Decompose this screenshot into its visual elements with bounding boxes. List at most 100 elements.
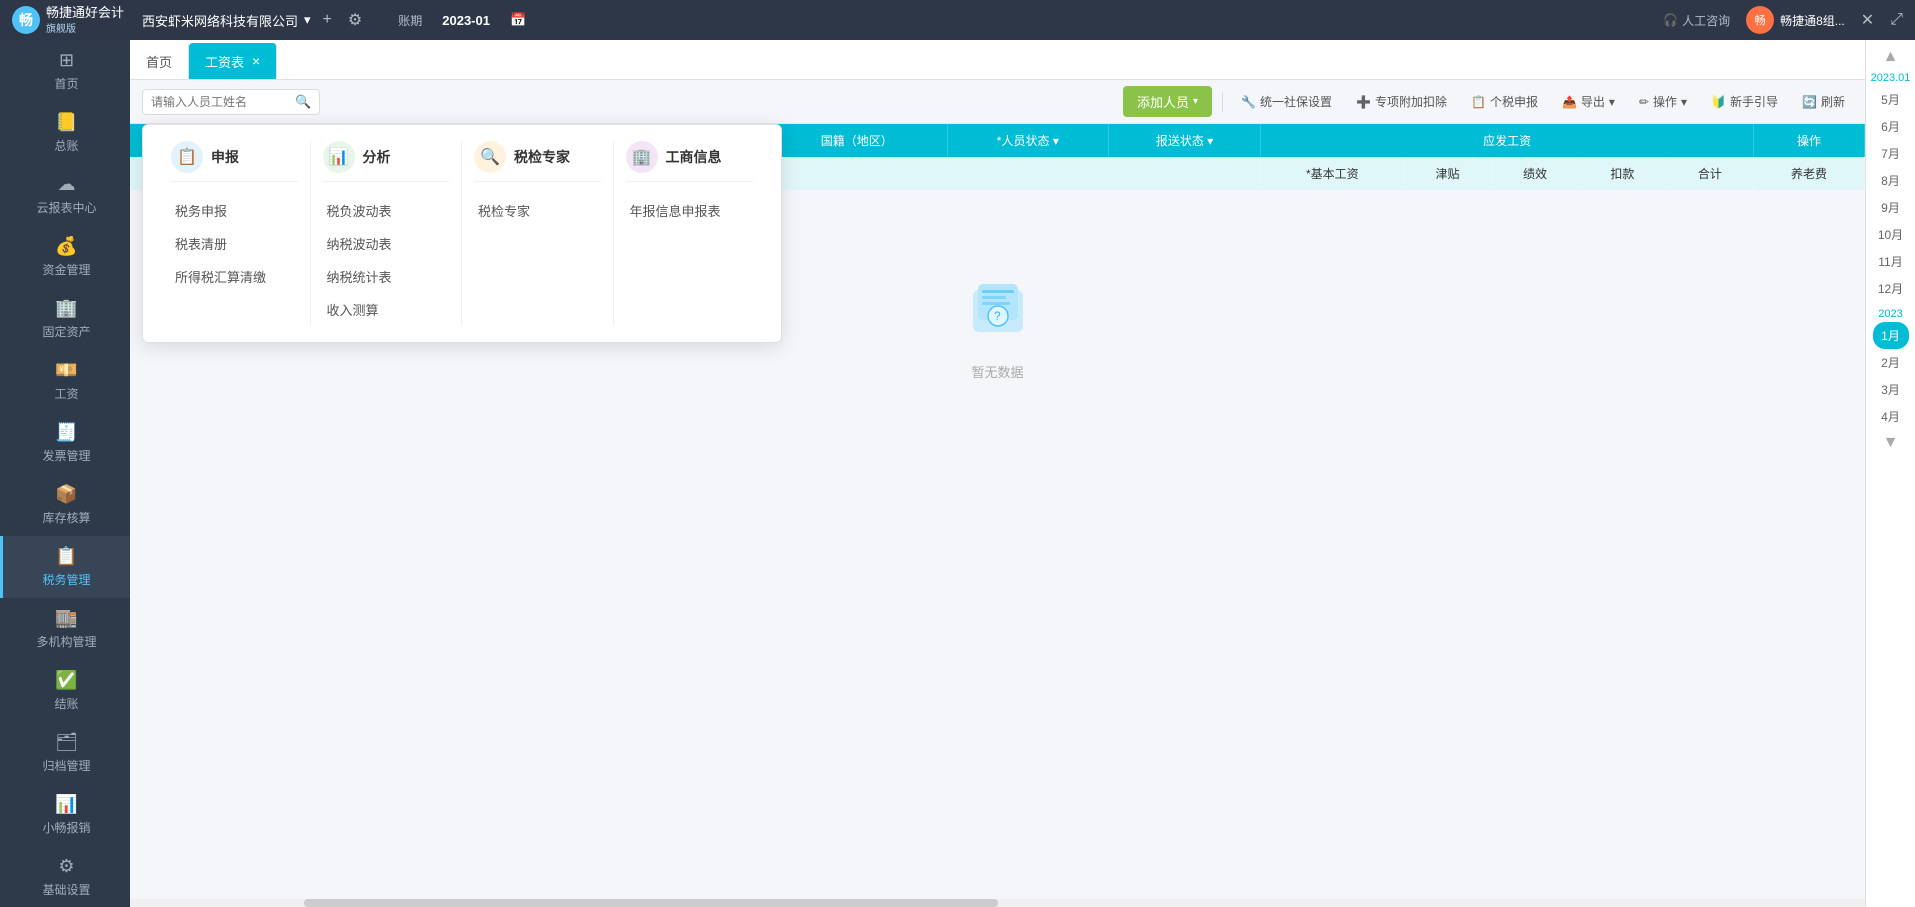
export-dropdown-icon: ▾ bbox=[1609, 95, 1615, 109]
header-actions: + ⚙ 账期 2023-01 📅 bbox=[323, 10, 527, 30]
timeline-month-11[interactable]: 11月 bbox=[1866, 248, 1915, 275]
guide-btn[interactable]: 🔰 新手引导 bbox=[1703, 89, 1786, 114]
sidebar-item-archive[interactable]: 🗂 归档管理 bbox=[0, 722, 130, 784]
tab-home[interactable]: 首页 bbox=[130, 43, 189, 79]
app-version: 旗舰版 bbox=[46, 20, 124, 35]
close-window-button[interactable]: ✕ bbox=[1861, 10, 1874, 30]
sidebar-item-expense[interactable]: 📊 小畅报销 bbox=[0, 784, 130, 846]
service-button[interactable]: 🎧 人工咨询 bbox=[1663, 12, 1730, 29]
business-category-icon: 🏢 bbox=[626, 141, 658, 173]
tax-icon: 📋 bbox=[55, 546, 77, 567]
tab-close-icon[interactable]: × bbox=[252, 53, 260, 69]
multi-icon: 🏬 bbox=[55, 608, 77, 629]
company-selector[interactable]: 西安虾米网络科技有限公司 ▾ bbox=[142, 11, 311, 30]
dropdown-column-analysis: 📊 分析 税负波动表 纳税波动表 纳税统计表 收入测算 bbox=[311, 141, 463, 326]
sidebar-item-cloud[interactable]: ☁ 云报表中心 bbox=[0, 164, 130, 226]
sidebar-label-invoice: 发票管理 bbox=[42, 447, 90, 464]
menu-item-tax-burden[interactable]: 税负波动表 bbox=[323, 194, 450, 227]
add-button[interactable]: + bbox=[323, 11, 332, 29]
sidebar-label-multi: 多机构管理 bbox=[36, 633, 96, 650]
sidebar-item-tax[interactable]: 📋 税务管理 bbox=[0, 536, 130, 598]
menu-item-income-calc2[interactable]: 收入测算 bbox=[323, 293, 450, 326]
tax-declare-btn[interactable]: 📋 个税申报 bbox=[1463, 89, 1546, 114]
dropdown-column-expert: 🔍 税检专家 税检专家 bbox=[462, 141, 614, 326]
sidebar-item-assets[interactable]: 🏢 固定资产 bbox=[0, 288, 130, 350]
empty-text: 暂无数据 bbox=[971, 362, 1023, 381]
company-name: 西安虾米网络科技有限公司 bbox=[142, 11, 298, 30]
sidebar-item-ledger[interactable]: 📒 总账 bbox=[0, 102, 130, 164]
refresh-btn[interactable]: 🔄 刷新 bbox=[1794, 89, 1853, 114]
chevron-down-icon: ▾ bbox=[304, 12, 311, 28]
sidebar-label-archive: 归档管理 bbox=[42, 757, 90, 774]
scrollbar-thumb[interactable] bbox=[304, 899, 998, 907]
settings-icon[interactable]: ⚙ bbox=[348, 10, 362, 30]
menu-item-tax-stats[interactable]: 纳税统计表 bbox=[323, 260, 450, 293]
timeline-up-button[interactable]: ▲ bbox=[1879, 44, 1903, 70]
special-deduct-btn[interactable]: ➕ 专项附加扣除 bbox=[1348, 89, 1455, 114]
timeline-month-9[interactable]: 9月 bbox=[1866, 194, 1915, 221]
col-deduction: 扣款 bbox=[1579, 157, 1666, 190]
col-allowance: 津贴 bbox=[1404, 157, 1491, 190]
tax-declare-icon: 📋 bbox=[1471, 95, 1486, 109]
timeline-month-4[interactable]: 4月 bbox=[1866, 403, 1915, 430]
sidebar-item-salary[interactable]: 💴 工资 bbox=[0, 350, 130, 412]
sidebar-item-invoice[interactable]: 🧾 发票管理 bbox=[0, 412, 130, 474]
menu-item-tax-table[interactable]: 税表清册 bbox=[171, 227, 298, 260]
maximize-window-button[interactable]: ⤢ bbox=[1890, 11, 1903, 29]
col-pension: 养老费 bbox=[1754, 157, 1865, 190]
tab-salary[interactable]: 工资表 × bbox=[189, 43, 277, 79]
menu-item-tax-payment[interactable]: 纳税波动表 bbox=[323, 227, 450, 260]
sidebar-item-stock[interactable]: 📦 库存核算 bbox=[0, 474, 130, 536]
status-filter-icon[interactable]: ▾ bbox=[1053, 134, 1059, 148]
timeline-month-8[interactable]: 8月 bbox=[1866, 167, 1915, 194]
expert-category-icon: 🔍 bbox=[474, 141, 506, 173]
operation-btn[interactable]: ✏ 操作 ▾ bbox=[1631, 89, 1695, 114]
assets-icon: 🏢 bbox=[55, 298, 77, 319]
menu-item-annual-report[interactable]: 年报信息申报表 bbox=[626, 194, 754, 227]
year-2023-divider: 2023 bbox=[1878, 306, 1902, 322]
menu-item-expert[interactable]: 税检专家 bbox=[474, 194, 601, 227]
category-expert: 🔍 税检专家 bbox=[474, 141, 601, 182]
col-base-salary: *基本工资 bbox=[1261, 157, 1404, 190]
sidebar-label-settings: 基础设置 bbox=[42, 881, 90, 898]
add-person-button[interactable]: 添加人员 ▾ bbox=[1123, 86, 1212, 117]
search-box: 🔍 bbox=[142, 89, 320, 115]
menu-item-income-calc[interactable]: 所得税汇算清缴 bbox=[171, 260, 298, 293]
headset-icon: 🎧 bbox=[1663, 13, 1678, 27]
dropdown-column-business: 🏢 工商信息 年报信息申报表 bbox=[614, 141, 766, 326]
search-input[interactable] bbox=[151, 95, 291, 109]
report-filter-icon[interactable]: ▾ bbox=[1207, 134, 1213, 148]
period-label: 账期 bbox=[398, 12, 422, 29]
timeline-month-6[interactable]: 6月 bbox=[1866, 113, 1915, 140]
sidebar-item-fund[interactable]: 💰 资金管理 bbox=[0, 226, 130, 288]
timeline-month-10[interactable]: 10月 bbox=[1866, 221, 1915, 248]
sidebar-item-home[interactable]: ⊞ 首页 bbox=[0, 40, 130, 102]
export-btn[interactable]: 📤 导出 ▾ bbox=[1554, 89, 1623, 114]
sidebar-item-multi[interactable]: 🏬 多机构管理 bbox=[0, 598, 130, 660]
user-info[interactable]: 畅 畅捷通8组... bbox=[1746, 6, 1845, 34]
sidebar-item-base-settings[interactable]: ⚙ 基础设置 bbox=[0, 846, 130, 907]
declare-category-icon: 📋 bbox=[171, 141, 203, 173]
base-settings-icon: ⚙ bbox=[58, 856, 74, 877]
add-person-dropdown-icon: ▾ bbox=[1193, 96, 1198, 107]
horizontal-scrollbar[interactable] bbox=[130, 899, 1865, 907]
timeline-month-2[interactable]: 2月 bbox=[1866, 349, 1915, 376]
timeline-month-1-active[interactable]: 1月 bbox=[1873, 322, 1909, 349]
timeline-down-button[interactable]: ▼ bbox=[1879, 430, 1903, 456]
menu-item-tax-declare[interactable]: 税务申报 bbox=[171, 194, 298, 227]
timeline-month-7[interactable]: 7月 bbox=[1866, 140, 1915, 167]
business-title: 工商信息 bbox=[666, 147, 722, 167]
timeline-month-12[interactable]: 12月 bbox=[1866, 275, 1915, 302]
timeline-month-5[interactable]: 5月 bbox=[1866, 86, 1915, 113]
period-value: 2023-01 bbox=[442, 13, 490, 28]
tab-home-label: 首页 bbox=[146, 52, 172, 71]
social-insurance-btn[interactable]: 🔧 统一社保设置 bbox=[1233, 89, 1340, 114]
expense-icon: 📊 bbox=[55, 794, 77, 815]
timeline-month-3[interactable]: 3月 bbox=[1866, 376, 1915, 403]
sidebar-label-salary: 工资 bbox=[54, 385, 78, 402]
col-operation: 操作 bbox=[1754, 124, 1865, 157]
calendar-icon[interactable]: 📅 bbox=[510, 12, 526, 28]
archive-icon: 🗂 bbox=[55, 732, 78, 753]
sidebar-item-close-period[interactable]: ✅ 结账 bbox=[0, 660, 130, 722]
search-icon: 🔍 bbox=[295, 94, 311, 110]
